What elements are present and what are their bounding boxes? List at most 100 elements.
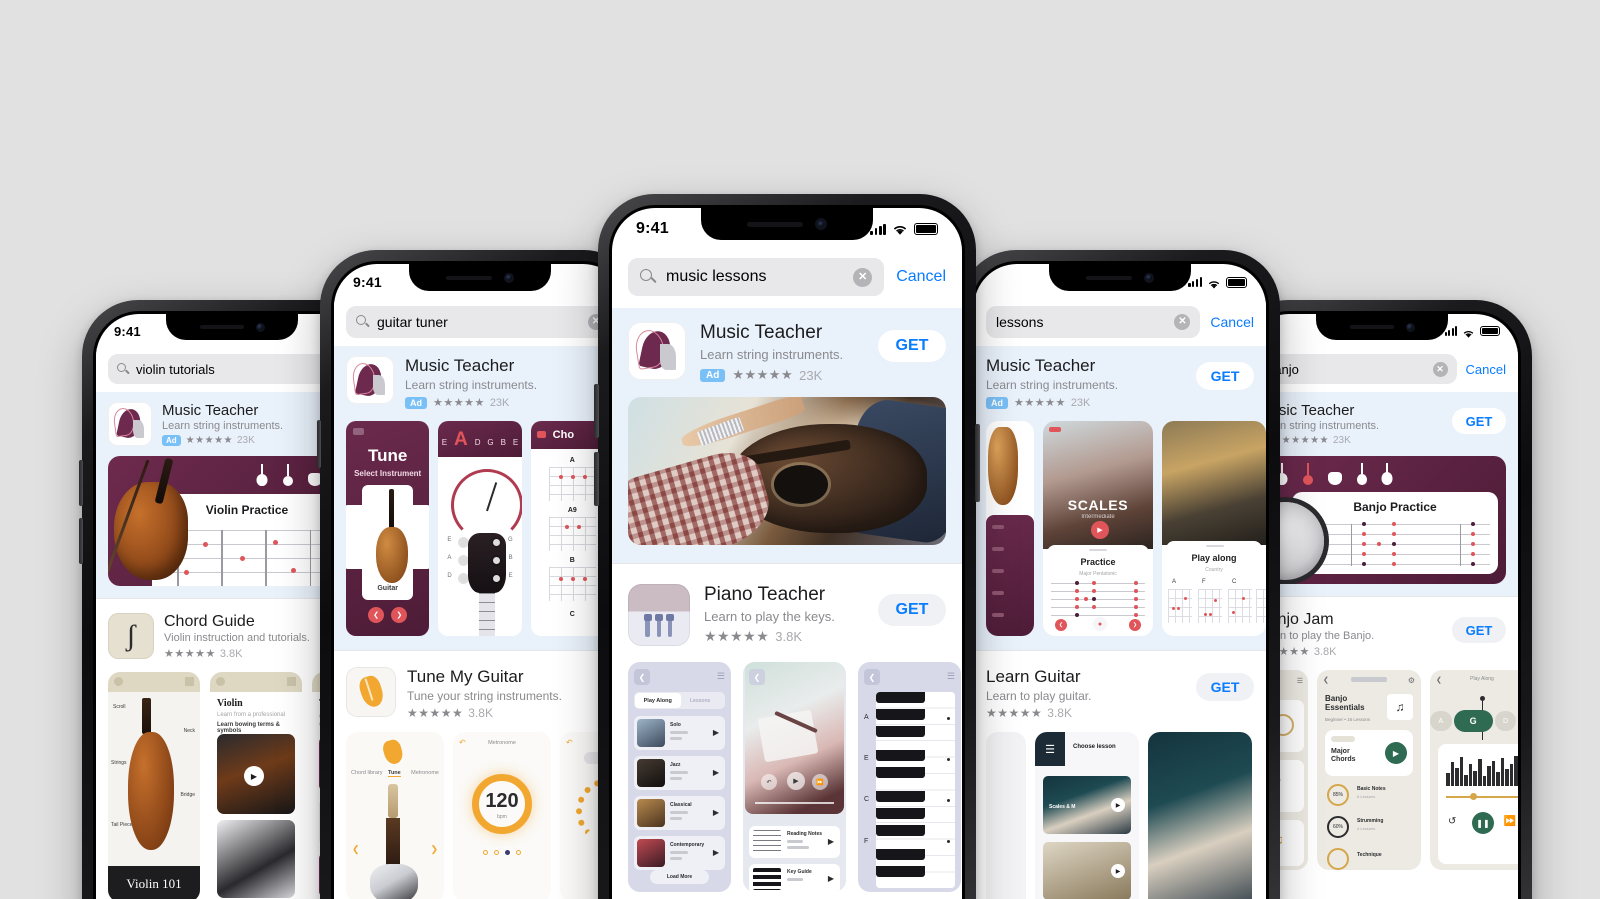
ad-get-button[interactable]: GET xyxy=(878,330,946,362)
next-icon[interactable]: ❯ xyxy=(391,607,408,623)
tune-my-guitar-row[interactable]: Tune My Guitar Tune your string instrume… xyxy=(346,667,614,720)
rewind-icon[interactable]: ↶ xyxy=(761,774,777,790)
ad-app-row[interactable]: Music Teacher Learn string instruments. … xyxy=(986,356,1254,409)
prev-icon[interactable]: ❮ xyxy=(1055,619,1067,631)
play-icon[interactable]: ▶ xyxy=(787,772,805,790)
play-icon[interactable]: ▶ xyxy=(1385,742,1407,764)
list-item[interactable]: Classical ▶ xyxy=(634,796,725,830)
list-item[interactable]: Reading Notes ▶ xyxy=(749,826,840,858)
practice-sub: Major Pentatonic xyxy=(1079,571,1117,577)
rewind-icon[interactable]: ↺ xyxy=(1448,816,1456,827)
menu-icon[interactable]: ☰ xyxy=(947,671,955,682)
search-input[interactable]: violin tutorials xyxy=(108,354,356,384)
screenshot-choose-lesson[interactable]: ☰ Choose lesson Scales & M ▶ ▶ xyxy=(1035,732,1139,899)
tab-metronome[interactable]: Metronome xyxy=(411,770,439,776)
mic-icon[interactable]: ● xyxy=(1093,617,1107,631)
screenshot-banjo-play-along[interactable]: ❮ Play Along ⚙ A G D G xyxy=(1430,670,1518,870)
pause-icon[interactable]: ❚❚ xyxy=(1472,812,1494,834)
play-icon[interactable]: ▶ xyxy=(713,808,719,817)
piano-keyboard[interactable] xyxy=(876,692,955,888)
result-get-button[interactable]: GET xyxy=(1452,617,1506,643)
ad-get-button[interactable]: GET xyxy=(1196,362,1254,390)
load-more-button[interactable]: Load More xyxy=(650,870,709,884)
screenshot-play-along-list[interactable]: ❮ ☰ Play Along Lessons Solo ▶ Jazz ▶ Cla… xyxy=(628,662,731,892)
banjo-practice-banner[interactable]: Banjo Practice xyxy=(1258,456,1506,584)
forward-icon[interactable]: ⏩ xyxy=(1504,816,1516,827)
progress-slider[interactable] xyxy=(755,802,834,804)
screenshot-play-along[interactable]: Play along Country A F C xyxy=(1162,421,1266,636)
search-input[interactable]: lessons ✕ xyxy=(986,306,1201,338)
tab-tune[interactable]: Tune xyxy=(388,770,401,777)
piano-teacher-row[interactable]: Piano Teacher Learn to play the keys. ★★… xyxy=(628,584,946,646)
back-icon[interactable]: ❮ xyxy=(864,669,880,685)
play-icon[interactable]: ▶ xyxy=(713,768,719,777)
ad-get-button[interactable]: GET xyxy=(1452,408,1506,434)
screenshot-guitar-left[interactable] xyxy=(986,421,1034,636)
clear-icon[interactable]: ✕ xyxy=(1174,314,1191,330)
result-get-button[interactable]: GET xyxy=(1196,673,1254,701)
power-button[interactable] xyxy=(975,424,980,502)
tab-lessons[interactable]: Lessons xyxy=(679,693,721,708)
back-icon[interactable]: ↶ xyxy=(459,738,466,747)
forward-icon[interactable]: ⏩ xyxy=(812,774,828,790)
result-get-button[interactable]: GET xyxy=(878,594,946,626)
list-item[interactable]: Contemporary ▶ xyxy=(634,836,725,870)
screenshot-tune[interactable]: Tune Select Instrument Guitar ❮ ❯ xyxy=(346,421,430,636)
ad-app-row[interactable]: Music Teacher Learn string instruments. … xyxy=(346,356,614,409)
violin-practice-banner[interactable]: Violin Practice xyxy=(108,456,356,586)
play-icon[interactable]: ▶ xyxy=(828,874,834,883)
ad-app-row[interactable]: Music Teacher Learn string instruments. … xyxy=(628,322,946,383)
prev-icon[interactable]: ❮ xyxy=(368,607,384,623)
clear-icon[interactable]: ✕ xyxy=(853,267,873,287)
search-input[interactable]: guitar tuner ✕ xyxy=(346,306,614,338)
screenshot-chord-library[interactable]: Chord library Tune Metronome ❮ ❯ xyxy=(346,732,444,899)
volume-button[interactable] xyxy=(594,384,599,438)
play-icon[interactable]: ▶ xyxy=(713,848,719,857)
screenshot-piano-keys[interactable]: ❮ ☰ A E C F xyxy=(858,662,961,892)
play-icon[interactable]: ▶ xyxy=(828,837,834,846)
next-icon[interactable]: ❯ xyxy=(430,844,438,855)
volume-button[interactable] xyxy=(79,460,83,506)
list-item[interactable]: Key Guide ▶ xyxy=(749,864,840,892)
search-input[interactable]: music lessons ✕ xyxy=(628,258,885,296)
menu-icon[interactable]: ☰ xyxy=(717,671,725,682)
list-item[interactable]: Jazz ▶ xyxy=(634,756,725,790)
learn-guitar-row[interactable]: Learn Guitar Learn to play guitar. ★★★★★… xyxy=(986,667,1254,720)
menu-icon[interactable]: ☰ xyxy=(1035,732,1065,766)
search-input[interactable]: banjo ✕ xyxy=(1258,354,1457,384)
screenshot-video-player[interactable]: ❮ ↶ ▶ ⏩ Reading Notes ▶ Key Guide ▶ xyxy=(743,662,846,892)
volume-button[interactable] xyxy=(317,420,321,468)
next-icon[interactable]: ❯ xyxy=(1129,619,1141,631)
back-icon[interactable]: ❮ xyxy=(1323,676,1329,684)
prev-icon[interactable]: ❮ xyxy=(352,844,360,855)
back-icon[interactable]: ↶ xyxy=(566,738,573,747)
screenshot-violin-lesson[interactable]: Violin Learn from a professional Learn b… xyxy=(210,672,302,899)
back-icon[interactable]: ❮ xyxy=(634,669,650,685)
screenshot-tuner-gauge[interactable]: E A D G B E E A D G B E xyxy=(438,421,522,636)
play-icon[interactable]: ▶ xyxy=(244,766,264,786)
screenshot-guitar-sliver[interactable] xyxy=(986,732,1026,899)
tab-chord-library[interactable]: Chord library xyxy=(351,770,382,776)
cancel-button[interactable]: Cancel xyxy=(1466,362,1506,377)
volume-button[interactable] xyxy=(594,452,599,506)
play-icon[interactable]: ▶ xyxy=(1111,864,1125,878)
ad-app-row[interactable]: Music Teacher Learn string instruments. … xyxy=(1258,402,1506,446)
screenshot-banjo-lessons[interactable]: ❮ ⚙ Banjo Essentials Beginner • 16 Lesso… xyxy=(1317,670,1421,870)
play-icon[interactable]: ▶ xyxy=(1111,798,1125,812)
list-item[interactable]: Solo ▶ xyxy=(634,716,725,750)
screenshot-violin-101[interactable]: Scroll Neck Strings Bridge Tail Piece Vi… xyxy=(108,672,200,899)
ad-hero-image[interactable] xyxy=(628,397,946,545)
play-icon[interactable]: ▶ xyxy=(1091,521,1109,539)
back-icon[interactable]: ❮ xyxy=(749,669,765,685)
clear-icon[interactable]: ✕ xyxy=(1432,361,1448,377)
volume-button[interactable] xyxy=(79,518,83,564)
cancel-button[interactable]: Cancel xyxy=(896,268,946,286)
chord-guide-row[interactable]: ʃ Chord Guide Violin instruction and tut… xyxy=(108,613,356,660)
progress-slider[interactable] xyxy=(1446,796,1518,798)
banjo-jam-row[interactable]: Banjo Jam Learn to play the Banjo. ★★★★★… xyxy=(1258,611,1506,658)
play-icon[interactable]: ▶ xyxy=(713,728,719,737)
tab-play-along[interactable]: Play Along xyxy=(635,693,681,708)
screenshot-scales[interactable]: SCALES Intermediate ▶ Practice Major Pen… xyxy=(1043,421,1153,636)
screenshot-elec-guitar[interactable] xyxy=(1148,732,1252,899)
screenshot-metronome[interactable]: Metronome ↶ 120 bpm xyxy=(453,732,551,899)
